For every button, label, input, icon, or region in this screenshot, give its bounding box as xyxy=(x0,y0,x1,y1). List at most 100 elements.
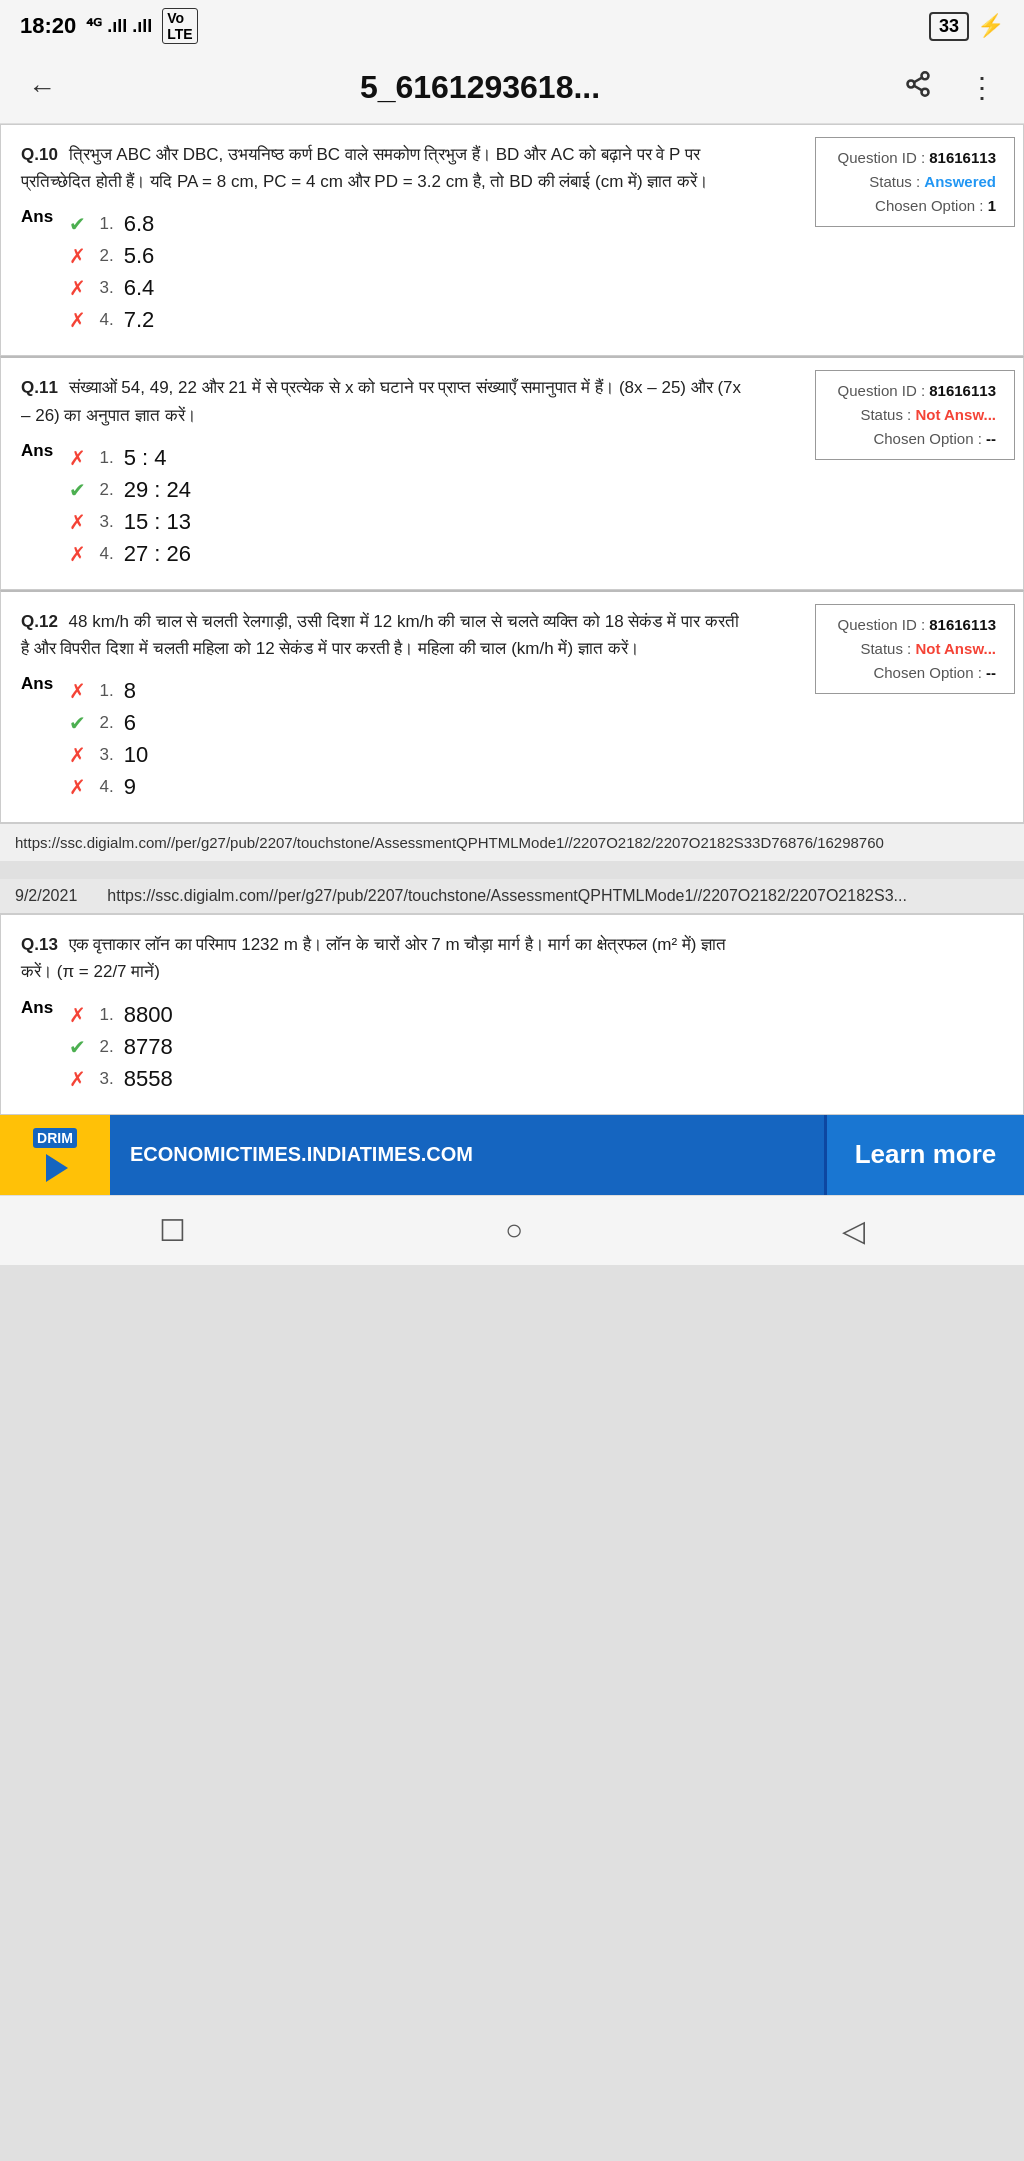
answers-q13: Ans ✗ 1. 8800 ✔ 2. 8778 ✗ 3. 8558 xyxy=(21,996,1003,1098)
ans-option-2-q12: ✔ 2. 6 xyxy=(66,710,149,736)
ans-num-1-q12: 1. xyxy=(100,681,114,701)
ans-num-2-q11: 2. xyxy=(100,480,114,500)
ans-text-3-q10: 6.4 xyxy=(124,275,155,301)
ans-options-q13: ✗ 1. 8800 ✔ 2. 8778 ✗ 3. 8558 xyxy=(66,996,173,1098)
wrong-icon-q11-3: ✗ xyxy=(66,510,90,534)
question-info-box-q10: Question ID : 81616113 Status : Answered… xyxy=(815,137,1015,227)
ans-num-1-q10: 1. xyxy=(100,214,114,234)
ans-num-2-q12: 2. xyxy=(100,713,114,733)
wrong-icon-q10-2: ✗ xyxy=(66,244,90,268)
ans-num-4-q10: 4. xyxy=(100,310,114,330)
ans-option-1-q11: ✗ 1. 5 : 4 xyxy=(66,445,191,471)
page-url-short: https://ssc.digialm.com//per/g27/pub/220… xyxy=(107,887,907,905)
question-card-q13: Q.13 एक वृत्ताकार लॉन का परिमाप 1232 m ह… xyxy=(0,914,1024,1114)
nav-back-button[interactable]: ◁ xyxy=(822,1203,885,1258)
ans-option-2-q13: ✔ 2. 8778 xyxy=(66,1034,173,1060)
page-divider xyxy=(0,861,1024,879)
wrong-icon-q11-4: ✗ xyxy=(66,542,90,566)
ans-option-3-q13: ✗ 3. 8558 xyxy=(66,1066,173,1092)
ans-num-2-q10: 2. xyxy=(100,246,114,266)
ans-text-3-q12: 10 xyxy=(124,742,148,768)
svg-line-4 xyxy=(914,78,922,83)
time-display: 18:20 xyxy=(20,13,76,39)
wrong-icon-q13-3: ✗ xyxy=(66,1067,90,1091)
app-bar: ← 5_6161293618... ⋮ xyxy=(0,52,1024,124)
content-area-second: Q.13 एक वृत्ताकार लॉन का परिमाप 1232 m ह… xyxy=(0,914,1024,1114)
ans-num-3-q13: 3. xyxy=(100,1069,114,1089)
ans-text-1-q11: 5 : 4 xyxy=(124,445,167,471)
ans-text-3-q13: 8558 xyxy=(124,1066,173,1092)
ad-icon-area: DRIM xyxy=(33,1128,77,1182)
ad-banner[interactable]: DRIM ECONOMICTIMES.INDIATIMES.COM Learn … xyxy=(0,1115,1024,1195)
ans-text-2-q12: 6 xyxy=(124,710,136,736)
ans-num-3-q11: 3. xyxy=(100,512,114,532)
ans-text-3-q11: 15 : 13 xyxy=(124,509,191,535)
ans-text-1-q13: 8800 xyxy=(124,1002,173,1028)
bottom-nav: ☐ ○ ◁ xyxy=(0,1195,1024,1265)
ans-num-2-q13: 2. xyxy=(100,1037,114,1057)
question-num-q13: Q.13 xyxy=(21,935,58,954)
charging-icon: ⚡ xyxy=(977,13,1004,39)
correct-icon-q13-2: ✔ xyxy=(66,1035,90,1059)
ans-num-1-q11: 1. xyxy=(100,448,114,468)
nav-home-button[interactable]: ○ xyxy=(485,1203,543,1257)
question-info-box-q12: Question ID : 81616113 Status : Not Answ… xyxy=(815,604,1015,694)
ans-text-2-q11: 29 : 24 xyxy=(124,477,191,503)
ad-site-name: ECONOMICTIMES.INDIATIMES.COM xyxy=(110,1143,824,1166)
ans-label-q12: Ans xyxy=(21,674,53,694)
ans-text-4-q12: 9 xyxy=(124,774,136,800)
content-area: Question ID : 81616113 Status : Answered… xyxy=(0,124,1024,823)
wrong-icon-q11-1: ✗ xyxy=(66,446,90,470)
status-bar-left: 18:20 ⁴ᴳ .ıll .ıll VoLTE xyxy=(20,8,198,44)
question-card-q10: Question ID : 81616113 Status : Answered… xyxy=(0,124,1024,356)
correct-icon-q11-2: ✔ xyxy=(66,478,90,502)
ans-option-4-q10: ✗ 4. 7.2 xyxy=(66,307,155,333)
signal-icon: ⁴ᴳ .ıll .ıll xyxy=(86,15,152,37)
ans-num-4-q11: 4. xyxy=(100,544,114,564)
ans-num-3-q10: 3. xyxy=(100,278,114,298)
wrong-icon-q12-4: ✗ xyxy=(66,775,90,799)
nav-recents-button[interactable]: ☐ xyxy=(139,1203,206,1258)
ans-num-1-q13: 1. xyxy=(100,1005,114,1025)
ans-label-q11: Ans xyxy=(21,441,53,461)
ans-options-q11: ✗ 1. 5 : 4 ✔ 2. 29 : 24 ✗ 3. 15 : 13 ✗ 4… xyxy=(66,439,191,573)
lte-icon: VoLTE xyxy=(162,8,197,44)
ans-option-4-q11: ✗ 4. 27 : 26 xyxy=(66,541,191,567)
ans-label-q10: Ans xyxy=(21,207,53,227)
ans-option-1-q13: ✗ 1. 8800 xyxy=(66,1002,173,1028)
battery-display: 33 xyxy=(929,12,969,41)
ans-option-1-q12: ✗ 1. 8 xyxy=(66,678,149,704)
ans-option-2-q11: ✔ 2. 29 : 24 xyxy=(66,477,191,503)
question-num-q11: Q.11 xyxy=(21,378,58,397)
question-card-q11: Question ID : 81616113 Status : Not Answ… xyxy=(0,356,1024,589)
more-menu-button[interactable]: ⋮ xyxy=(960,63,1004,112)
question-num-q10: Q.10 xyxy=(21,145,58,164)
question-info-box-q11: Question ID : 81616113 Status : Not Answ… xyxy=(815,370,1015,460)
ans-text-4-q11: 27 : 26 xyxy=(124,541,191,567)
wrong-icon-q13-1: ✗ xyxy=(66,1003,90,1027)
wrong-icon-q10-3: ✗ xyxy=(66,276,90,300)
ad-cta-button[interactable]: Learn more xyxy=(824,1115,1024,1195)
question-card-q12: Question ID : 81616113 Status : Not Answ… xyxy=(0,590,1024,823)
ans-option-4-q12: ✗ 4. 9 xyxy=(66,774,149,800)
ans-text-4-q10: 7.2 xyxy=(124,307,155,333)
page-title: 5_6161293618... xyxy=(84,69,876,106)
ans-text-2-q10: 5.6 xyxy=(124,243,155,269)
share-button[interactable] xyxy=(896,62,940,113)
back-button[interactable]: ← xyxy=(20,64,64,112)
ad-brand-logo: DRIM xyxy=(0,1115,110,1195)
ad-brand-name: DRIM xyxy=(33,1128,77,1148)
ans-text-2-q13: 8778 xyxy=(124,1034,173,1060)
ans-num-4-q12: 4. xyxy=(100,777,114,797)
ans-option-2-q10: ✗ 2. 5.6 xyxy=(66,243,155,269)
ans-option-1-q10: ✔ 1. 6.8 xyxy=(66,211,155,237)
wrong-icon-q12-1: ✗ xyxy=(66,679,90,703)
ans-option-3-q12: ✗ 3. 10 xyxy=(66,742,149,768)
ans-text-1-q10: 6.8 xyxy=(124,211,155,237)
question-text-q13: Q.13 एक वृत्ताकार लॉन का परिमाप 1232 m ह… xyxy=(21,931,1003,985)
ans-num-3-q12: 3. xyxy=(100,745,114,765)
wrong-icon-q10-4: ✗ xyxy=(66,308,90,332)
svg-line-3 xyxy=(914,86,922,91)
wrong-icon-q12-3: ✗ xyxy=(66,743,90,767)
question-num-q12: Q.12 xyxy=(21,612,58,631)
